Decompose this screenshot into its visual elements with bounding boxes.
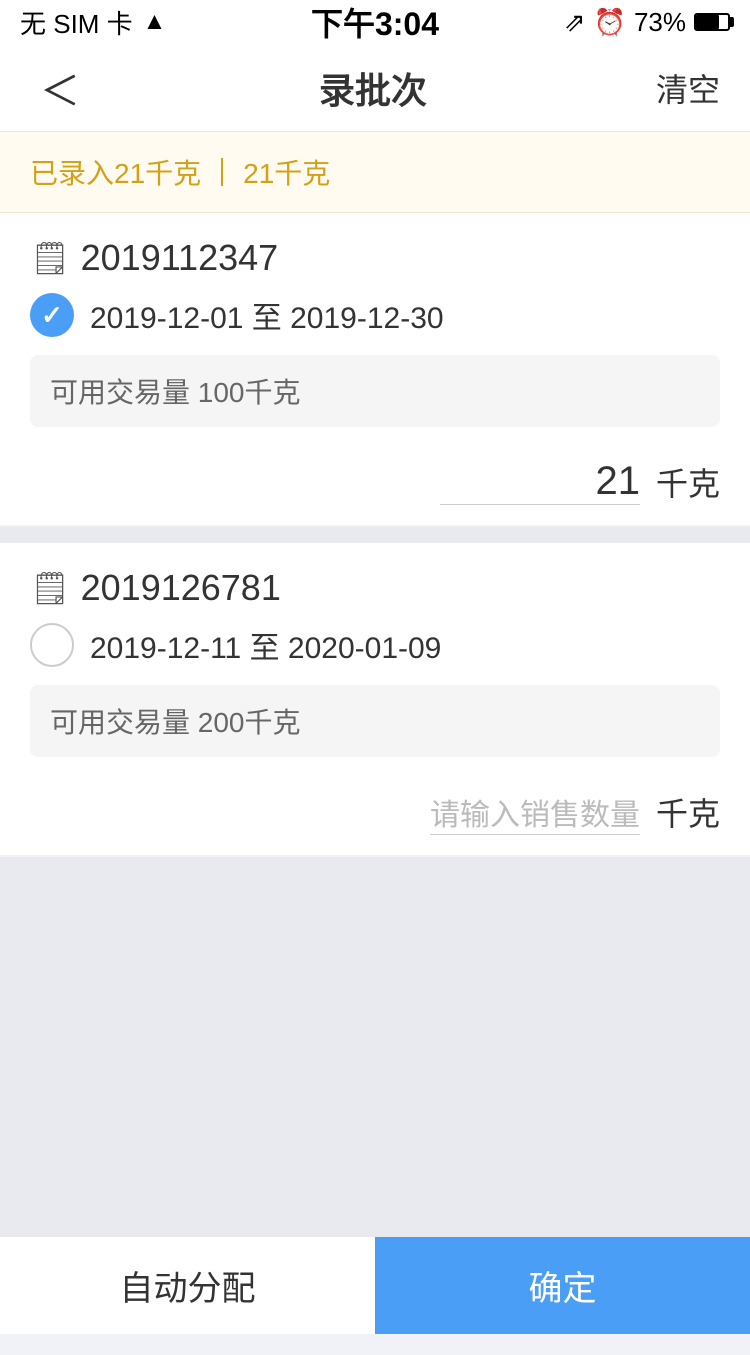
alarm-icon: ⏰ [594, 7, 626, 38]
confirm-button[interactable]: 确定 [375, 1237, 750, 1334]
footer: 自动分配 确定 [0, 1236, 750, 1334]
status-left: 无 SIM 卡 ▲ [20, 4, 166, 41]
status-time: 下午3:04 [311, 0, 439, 45]
available-qty-2: 可用交易量 200千克 [30, 685, 720, 757]
batch-number-2: 2019126781 [81, 567, 281, 609]
info-banner: 已录入21千克 21千克 [0, 132, 750, 213]
battery-icon [694, 13, 730, 31]
back-button[interactable]: ＜ [30, 49, 90, 127]
batch-doc-icon-2: 🗒 [30, 569, 71, 607]
radio-batch-1[interactable] [30, 293, 74, 337]
batch-item-2: 🗒 2019126781 2019-12-11 至 2020-01-09 可用交… [0, 543, 750, 855]
section-separator-1 [0, 527, 750, 543]
auto-distribute-button[interactable]: 自动分配 [0, 1237, 375, 1334]
bottom-space [0, 857, 750, 1257]
status-right: ⇗ ⏰ 73% [564, 7, 730, 38]
batch-number-1: 2019112347 [81, 237, 279, 279]
batch-row-date-1: 2019-12-01 至 2019-12-30 [0, 289, 750, 347]
batch-row-date-2: 2019-12-11 至 2020-01-09 [0, 619, 750, 677]
qty-unit-1: 千克 [656, 459, 720, 505]
clear-button[interactable]: 清空 [656, 65, 720, 111]
qty-placeholder-2: 请输入销售数量 [430, 799, 640, 832]
batch-item-1: 🗒 2019112347 2019-12-01 至 2019-12-30 可用交… [0, 213, 750, 525]
nav-bar: ＜ 录批次 清空 [0, 44, 750, 132]
available-qty-1: 可用交易量 100千克 [30, 355, 720, 427]
main-content: 🗒 2019112347 2019-12-01 至 2019-12-30 可用交… [0, 213, 750, 1355]
batch-doc-icon-1: 🗒 [30, 239, 71, 277]
page-title: 录批次 [319, 62, 427, 114]
wifi-icon: ▲ [143, 8, 167, 36]
status-bar: 无 SIM 卡 ▲ 下午3:04 ⇗ ⏰ 73% [0, 0, 750, 44]
batch-date-1: 2019-12-01 至 2019-12-30 [90, 293, 444, 337]
batch-header-1: 🗒 2019112347 [0, 213, 750, 289]
batch-date-2: 2019-12-11 至 2020-01-09 [90, 623, 441, 667]
batch-header-2: 🗒 2019126781 [0, 543, 750, 619]
qty-unit-2: 千克 [656, 789, 720, 835]
qty-input-row-2: 请输入销售数量 千克 [0, 773, 750, 855]
info-label: 已录入21千克 [30, 152, 201, 192]
qty-underline-1: 21 [440, 459, 640, 505]
qty-value-1[interactable]: 21 [595, 459, 640, 503]
battery-label: 73% [634, 7, 686, 38]
info-divider [221, 158, 223, 186]
qty-input-row-1: 21 千克 [0, 443, 750, 525]
carrier-label: 无 SIM 卡 [20, 4, 133, 41]
radio-batch-2[interactable] [30, 623, 74, 667]
info-value: 21千克 [243, 152, 330, 192]
location-icon: ⇗ [564, 7, 586, 38]
qty-underline-2[interactable]: 请输入销售数量 [430, 790, 640, 835]
